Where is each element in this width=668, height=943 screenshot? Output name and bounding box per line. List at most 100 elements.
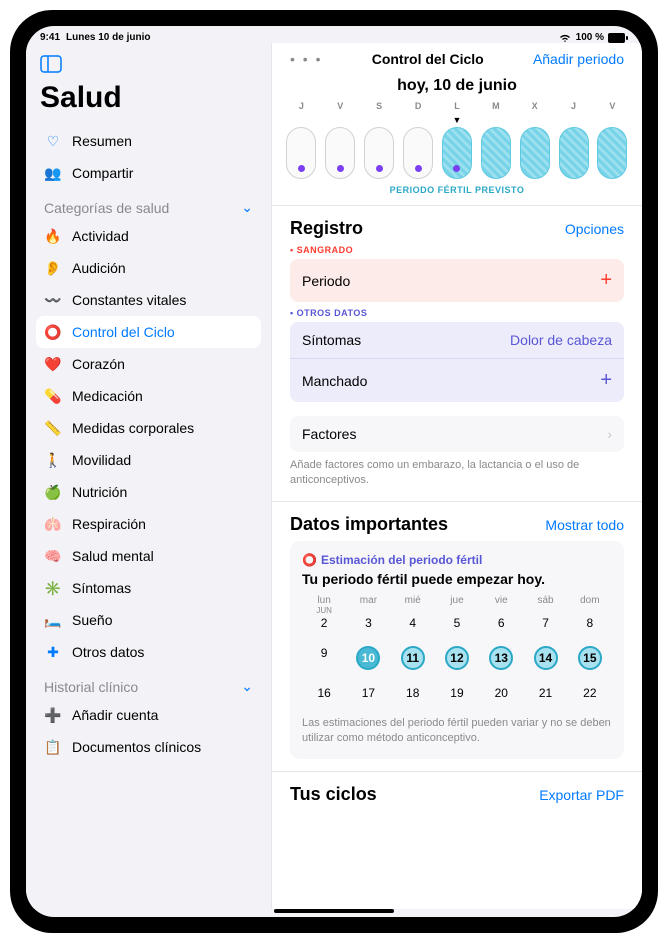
day-column[interactable]: S <box>364 101 394 179</box>
sidebar-toggle-icon[interactable] <box>40 55 62 73</box>
sidebar-item-nutrición[interactable]: 🍏Nutrición <box>36 476 261 508</box>
calendar-day[interactable]: 19 <box>435 680 479 706</box>
calendar-day[interactable]: 21 <box>523 680 567 706</box>
chevron-down-icon: ⌄ <box>241 199 253 216</box>
day-pill <box>520 127 550 179</box>
period-dot <box>453 165 460 172</box>
section-title: Datos importantes <box>290 514 448 535</box>
sidebar-item-constantes-vitales[interactable]: 〰️Constantes vitales <box>36 284 261 316</box>
calendar-day[interactable]: 7 <box>523 610 567 636</box>
sidebar-item-actividad[interactable]: 🔥 Actividad <box>36 220 261 252</box>
sidebar-section-historial[interactable]: Historial clínico ⌄ <box>36 668 261 699</box>
status-time: 9:41 <box>40 32 60 43</box>
sidebar-item-corazón[interactable]: ❤️ Corazón <box>36 348 261 380</box>
calendar-day[interactable]: 3 <box>346 610 390 636</box>
add-period-button[interactable]: Añadir periodo <box>533 51 624 67</box>
sidebar-item-audición[interactable]: 👂Audición <box>36 252 261 284</box>
status-bar: 9:41 Lunes 10 de junio 100 % <box>26 26 642 43</box>
day-column[interactable]: M <box>481 101 511 179</box>
add-account-icon: ➕ <box>44 706 62 724</box>
sidebar-item-síntomas[interactable]: ✳️Síntomas <box>36 572 261 604</box>
sidebar-item-resumen[interactable]: ♡ Resumen <box>36 125 261 157</box>
mental-icon: 🧠 <box>44 547 62 565</box>
sidebar-item-movilidad[interactable]: 🚶 Movilidad <box>36 444 261 476</box>
calendar-day[interactable]: 22 <box>568 680 612 706</box>
sidebar-item-anadir-cuenta[interactable]: ➕ Añadir cuenta <box>36 699 261 731</box>
day-column[interactable]: V <box>597 101 627 179</box>
fertile-window-label: PERIODO FÉRTIL PREVISTO <box>272 185 642 195</box>
calendar-day[interactable]: 12 <box>435 640 479 676</box>
sidebar-item-control-del-ciclo[interactable]: ⭕Control del Ciclo <box>36 316 261 348</box>
plus-icon: ✚ <box>44 643 62 661</box>
calendar-day[interactable]: 20 <box>479 680 523 706</box>
pill-icon: 💊 <box>44 387 62 405</box>
calendar-day[interactable]: 11 <box>391 640 435 676</box>
sidebar-item-label: Actividad <box>72 228 129 244</box>
export-pdf-button[interactable]: Exportar PDF <box>539 787 624 803</box>
period-dot <box>337 165 344 172</box>
home-indicator[interactable] <box>274 909 394 913</box>
options-button[interactable]: Opciones <box>565 221 624 237</box>
sidebar-item-label: Medidas corporales <box>72 420 194 436</box>
day-pill <box>442 127 472 179</box>
sidebar-item-respiración[interactable]: 🫁Respiración <box>36 508 261 540</box>
calendar-day[interactable]: 5 <box>435 610 479 636</box>
lungs-icon: 🫁 <box>44 515 62 533</box>
day-column[interactable]: V <box>325 101 355 179</box>
calendar-day[interactable]: 15 <box>568 640 612 676</box>
calendar-day[interactable]: 14 <box>523 640 567 676</box>
calendar-day[interactable]: 9 <box>302 640 346 676</box>
sidebar-item-label: Otros datos <box>72 644 144 660</box>
mobility-icon: 🚶 <box>44 451 62 469</box>
row-sintomas[interactable]: Síntomas Dolor de cabeza <box>290 322 624 359</box>
cycle-icon: ⭕ <box>302 553 317 567</box>
show-all-button[interactable]: Mostrar todo <box>545 517 624 533</box>
calendar-day[interactable]: 13 <box>479 640 523 676</box>
sidebar-item-documentos[interactable]: 📋 Documentos clínicos <box>36 731 261 763</box>
fertile-estimate-card[interactable]: ⭕Estimación del periodo fértil Tu period… <box>290 541 624 759</box>
section-tus-ciclos: Tus ciclos Exportar PDF <box>272 771 642 823</box>
sidebar-item-label: Movilidad <box>72 452 131 468</box>
sidebar-item-label: Medicación <box>72 388 143 404</box>
day-pill <box>597 127 627 179</box>
calendar-day[interactable]: 6 <box>479 610 523 636</box>
calendar-day[interactable]: 10 <box>346 640 390 676</box>
sidebar-item-salud-mental[interactable]: 🧠Salud mental <box>36 540 261 572</box>
calendar-day[interactable]: 8 <box>568 610 612 636</box>
plus-icon: + <box>600 369 612 392</box>
heart-icon: ❤️ <box>44 355 62 373</box>
day-pill <box>403 127 433 179</box>
sidebar-item-medidas-corporales[interactable]: 📏Medidas corporales <box>36 412 261 444</box>
flame-icon: 🔥 <box>44 227 62 245</box>
day-pill <box>364 127 394 179</box>
day-column[interactable]: L ▼ <box>442 101 472 179</box>
row-periodo[interactable]: Periodo + <box>290 259 624 302</box>
day-column[interactable]: D <box>403 101 433 179</box>
sidebar-item-label: Síntomas <box>72 580 131 596</box>
sidebar-item-compartir[interactable]: 👥 Compartir <box>36 157 261 189</box>
row-manchado[interactable]: Manchado + <box>290 359 624 402</box>
day-column[interactable]: J <box>559 101 589 179</box>
status-date: Lunes 10 de junio <box>66 32 150 43</box>
sidebar-item-sueño[interactable]: 🛏️Sueño <box>36 604 261 636</box>
sidebar-item-label: Corazón <box>72 356 125 372</box>
row-factores[interactable]: Factores › <box>290 416 624 452</box>
week-strip[interactable]: J V S D L ▼ M X J V <box>272 101 642 179</box>
period-dot <box>298 165 305 172</box>
sidebar-item-label: Audición <box>72 260 126 276</box>
calendar-day[interactable]: 16 <box>302 680 346 706</box>
day-column[interactable]: X <box>520 101 550 179</box>
cycle-icon: ⭕ <box>44 323 62 341</box>
day-column[interactable]: J <box>286 101 316 179</box>
sidebar-item-medicación[interactable]: 💊 Medicación <box>36 380 261 412</box>
calendar-day[interactable]: 4 <box>391 610 435 636</box>
more-icon[interactable]: • • • <box>290 51 322 67</box>
sidebar-section-categorias[interactable]: Categorías de salud ⌄ <box>36 189 261 220</box>
heart-outline-icon: ♡ <box>44 132 62 150</box>
sidebar-item-otros-datos[interactable]: ✚ Otros datos <box>36 636 261 668</box>
calendar-day[interactable]: 18 <box>391 680 435 706</box>
bleed-label: • SANGRADO <box>290 245 624 255</box>
calendar-day[interactable]: 17 <box>346 680 390 706</box>
calendar-day[interactable]: JUN2 <box>302 610 346 636</box>
sidebar-item-label: Resumen <box>72 133 132 149</box>
